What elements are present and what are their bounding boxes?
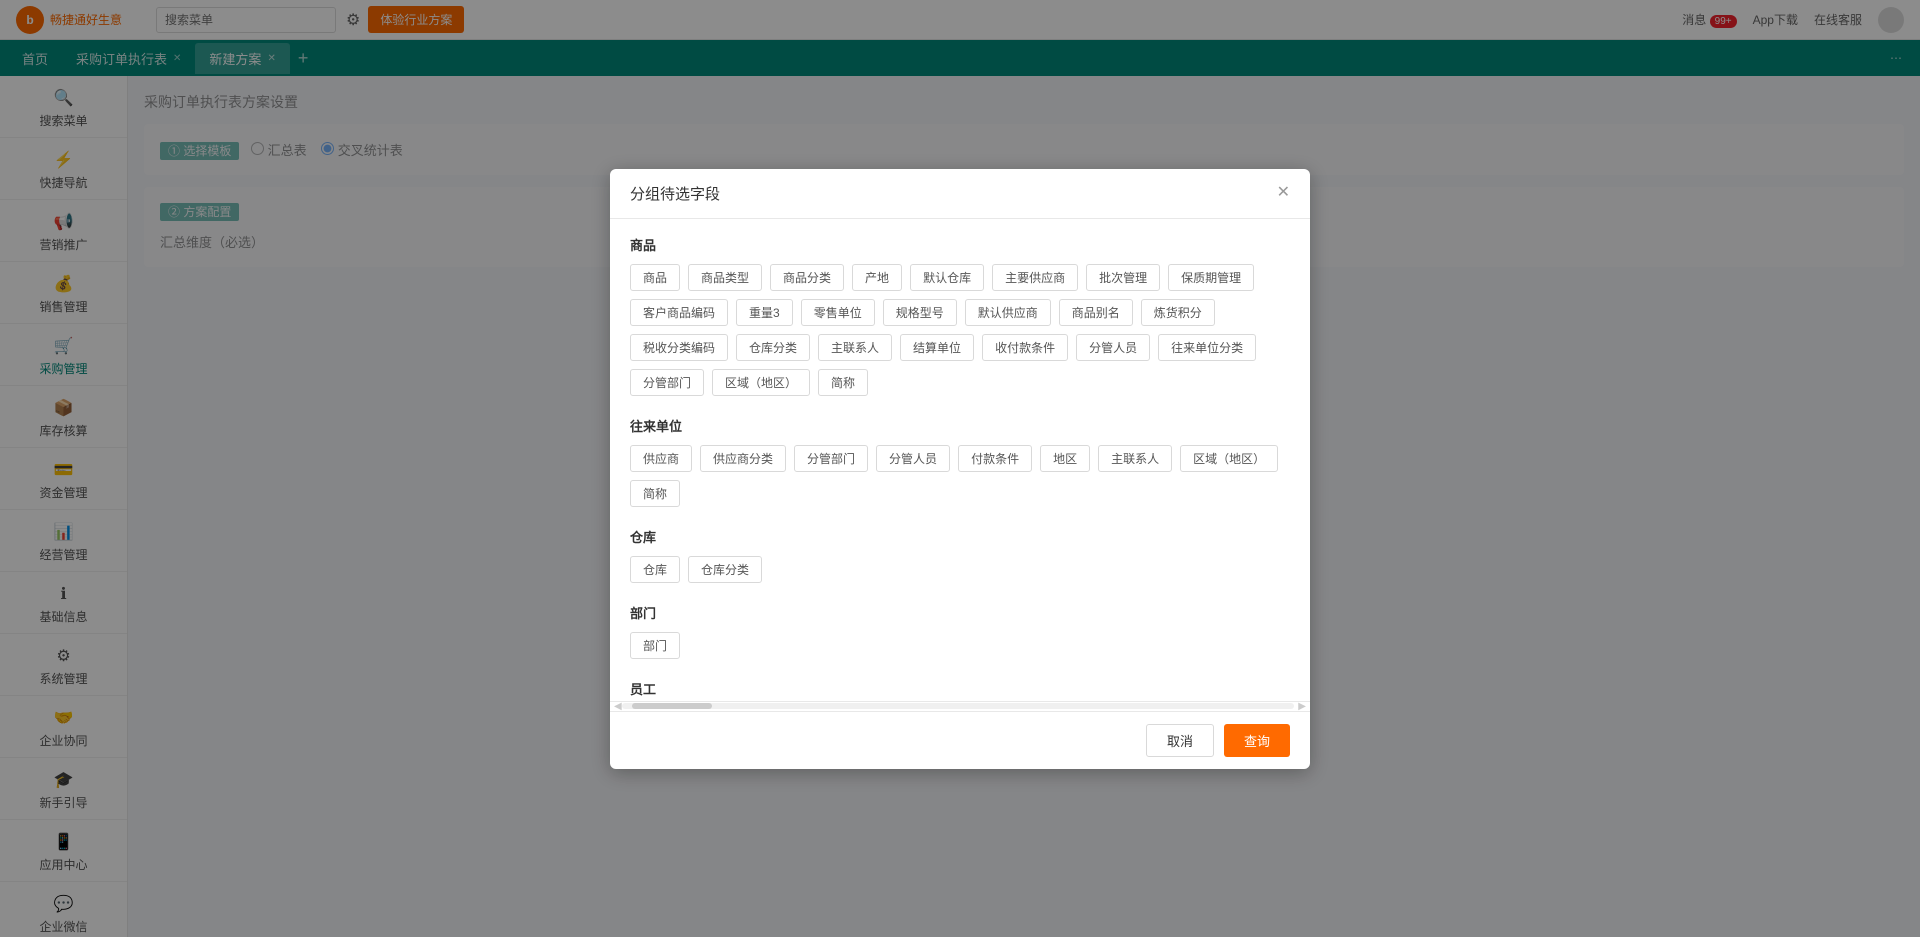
- section-title-员工: 员工: [630, 679, 1290, 698]
- field-tag[interactable]: 简称: [630, 480, 680, 507]
- section-title-往来单位: 往来单位: [630, 416, 1290, 435]
- field-section-员工: 员工业务员: [630, 679, 1290, 701]
- field-tags-商品: 商品商品类型商品分类产地默认仓库主要供应商批次管理保质期管理客户商品编码重量3 零…: [630, 264, 1290, 396]
- field-tag[interactable]: 商品: [630, 264, 680, 291]
- field-tag[interactable]: 规格型号: [883, 299, 957, 326]
- field-tag[interactable]: 主联系人: [1098, 445, 1172, 472]
- field-tag[interactable]: 零售单位: [801, 299, 875, 326]
- field-tags-仓库: 仓库仓库分类: [630, 556, 1290, 583]
- field-tag[interactable]: 收付款条件: [982, 334, 1068, 361]
- field-tag[interactable]: 主联系人: [818, 334, 892, 361]
- field-tag[interactable]: 保质期管理: [1168, 264, 1254, 291]
- field-tag[interactable]: 商品别名: [1059, 299, 1133, 326]
- field-tag[interactable]: 分管人员: [1076, 334, 1150, 361]
- field-tag[interactable]: 商品类型: [688, 264, 762, 291]
- modal-body[interactable]: 商品商品商品类型商品分类产地默认仓库主要供应商批次管理保质期管理客户商品编码重量…: [610, 219, 1310, 701]
- modal-horizontal-scrollbar[interactable]: ◀ ▶: [610, 701, 1310, 711]
- scroll-track: [622, 703, 1295, 709]
- field-section-往来单位: 往来单位供应商供应商分类分管部门分管人员付款条件地区主联系人区域（地区） 简称: [630, 416, 1290, 507]
- section-title-部门: 部门: [630, 603, 1290, 622]
- field-section-部门: 部门部门: [630, 603, 1290, 659]
- confirm-button[interactable]: 查询: [1224, 724, 1290, 757]
- modal-title: 分组待选字段: [630, 183, 720, 204]
- field-section-仓库: 仓库仓库仓库分类: [630, 527, 1290, 583]
- field-tag[interactable]: 重量3: [736, 299, 793, 326]
- field-tag[interactable]: 往来单位分类: [1158, 334, 1256, 361]
- section-title-仓库: 仓库: [630, 527, 1290, 546]
- field-tag[interactable]: 客户商品编码: [630, 299, 728, 326]
- field-section-商品: 商品商品商品类型商品分类产地默认仓库主要供应商批次管理保质期管理客户商品编码重量…: [630, 235, 1290, 396]
- modal-overlay: 分组待选字段 ✕ 商品商品商品类型商品分类产地默认仓库主要供应商批次管理保质期管…: [0, 0, 1920, 937]
- field-tags-往来单位: 供应商供应商分类分管部门分管人员付款条件地区主联系人区域（地区） 简称: [630, 445, 1290, 507]
- field-tag[interactable]: 区域（地区）: [712, 369, 810, 396]
- field-tag[interactable]: 批次管理: [1086, 264, 1160, 291]
- field-tag[interactable]: 分管人员: [876, 445, 950, 472]
- field-tag[interactable]: 区域（地区）: [1180, 445, 1278, 472]
- modal-footer: 取消 查询: [610, 711, 1310, 769]
- field-select-modal: 分组待选字段 ✕ 商品商品商品类型商品分类产地默认仓库主要供应商批次管理保质期管…: [610, 169, 1310, 769]
- field-tag[interactable]: 主要供应商: [992, 264, 1078, 291]
- field-tag[interactable]: 部门: [630, 632, 680, 659]
- field-tag[interactable]: 付款条件: [958, 445, 1032, 472]
- modal-close-button[interactable]: ✕: [1277, 185, 1290, 201]
- field-tag[interactable]: 结算单位: [900, 334, 974, 361]
- field-tag[interactable]: 简称: [818, 369, 868, 396]
- field-tags-部门: 部门: [630, 632, 1290, 659]
- field-tag[interactable]: 分管部门: [794, 445, 868, 472]
- field-tag[interactable]: 产地: [852, 264, 902, 291]
- field-tag[interactable]: 税收分类编码: [630, 334, 728, 361]
- field-tag[interactable]: 炼货积分: [1141, 299, 1215, 326]
- field-tag[interactable]: 商品分类: [770, 264, 844, 291]
- modal-header: 分组待选字段 ✕: [610, 169, 1310, 219]
- field-tag[interactable]: 仓库: [630, 556, 680, 583]
- field-tag[interactable]: 默认供应商: [965, 299, 1051, 326]
- scroll-thumb[interactable]: [632, 703, 712, 709]
- field-tag[interactable]: 仓库分类: [736, 334, 810, 361]
- field-tag[interactable]: 地区: [1040, 445, 1090, 472]
- cancel-button[interactable]: 取消: [1146, 724, 1214, 757]
- field-tag[interactable]: 仓库分类: [688, 556, 762, 583]
- field-tag[interactable]: 供应商: [630, 445, 692, 472]
- field-tag[interactable]: 供应商分类: [700, 445, 786, 472]
- section-title-商品: 商品: [630, 235, 1290, 254]
- field-tag[interactable]: 默认仓库: [910, 264, 984, 291]
- field-tag[interactable]: 分管部门: [630, 369, 704, 396]
